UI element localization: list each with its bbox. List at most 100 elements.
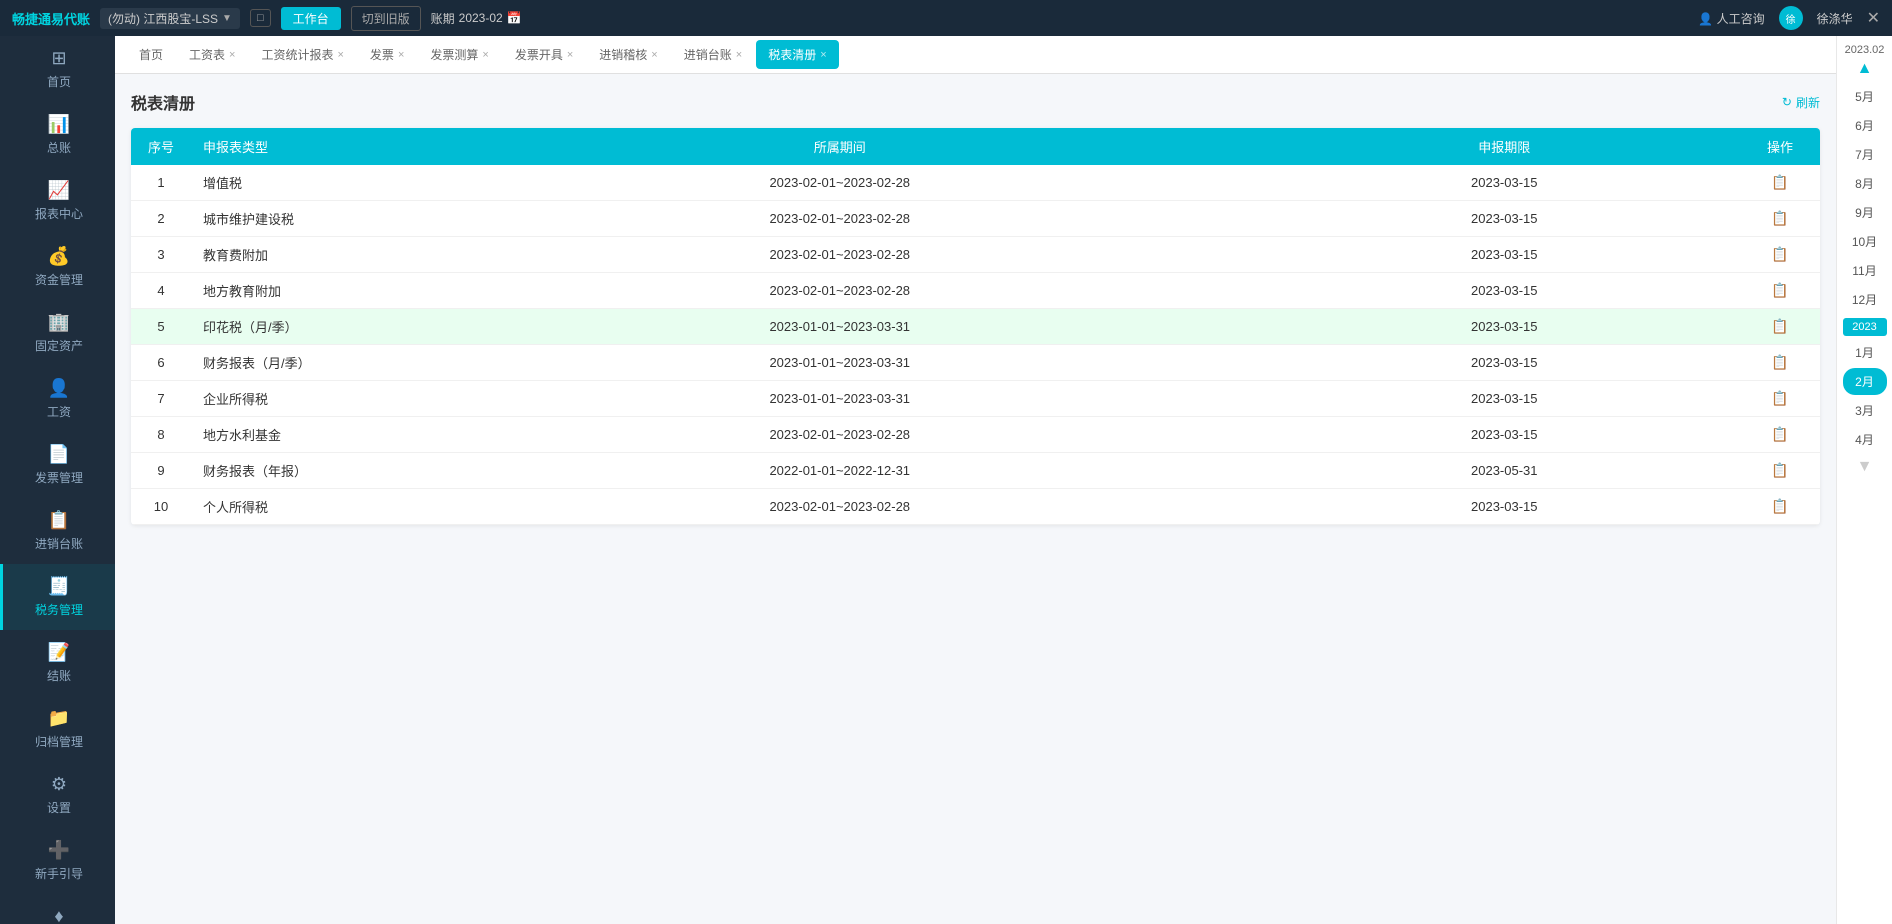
tab-home[interactable]: 首页	[127, 40, 175, 69]
sidebar-item-guide[interactable]: ➕ 新手引导	[0, 828, 115, 894]
month-item-4[interactable]: 4月	[1843, 426, 1887, 453]
month-item-8[interactable]: 8月	[1843, 170, 1887, 197]
user-avatar: 徐	[1779, 6, 1803, 30]
month-item-6[interactable]: 6月	[1843, 112, 1887, 139]
sidebar-item-funds[interactable]: 💰 资金管理	[0, 234, 115, 300]
sidebar-item-invoices[interactable]: 📄 发票管理	[0, 432, 115, 498]
wages-icon: 👤	[48, 378, 70, 399]
sidebar-item-assets[interactable]: 🏢 固定资产	[0, 300, 115, 366]
sidebar-item-settings[interactable]: ⚙ 设置	[0, 762, 115, 828]
month-item-7[interactable]: 7月	[1843, 141, 1887, 168]
sidebar-item-settlement[interactable]: 📝 结账	[0, 630, 115, 696]
action-icon[interactable]: 📋	[1771, 390, 1788, 406]
tab-salescheck[interactable]: 进销稽核 ×	[587, 40, 669, 69]
tab-label: 进销台账	[684, 46, 732, 63]
table-row: 10 个人所得税 2023-02-01~2023-02-28 2023-03-1…	[131, 489, 1820, 525]
month-item-11[interactable]: 11月	[1843, 257, 1887, 284]
cell-index: 6	[131, 345, 191, 381]
action-icon[interactable]: 📋	[1771, 462, 1788, 478]
home-icon: ⊞	[51, 48, 66, 69]
col-index: 序号	[131, 128, 191, 165]
action-icon[interactable]: 📋	[1771, 282, 1788, 298]
username: 徐涤华	[1817, 10, 1853, 27]
tab-label: 发票开具	[515, 46, 563, 63]
company-selector[interactable]: (勿动) 江西股宝-LSS ▼	[100, 8, 240, 29]
action-icon[interactable]: 📋	[1771, 246, 1788, 262]
tabs-bar: 首页 工资表 × 工资统计报表 × 发票 × 发票测算 × 发票开具 ×	[115, 36, 1836, 74]
month-item-1[interactable]: 1月	[1843, 339, 1887, 366]
tax-icon: 🧾	[48, 576, 70, 597]
cell-action: 📋	[1740, 165, 1820, 201]
tab-label: 工资统计报表	[261, 46, 333, 63]
month-item-12[interactable]: 12月	[1843, 286, 1887, 313]
action-icon[interactable]: 📋	[1771, 318, 1788, 334]
cell-deadline: 2023-03-15	[1269, 237, 1741, 273]
action-icon[interactable]: 📋	[1771, 174, 1788, 190]
tab-close-icon[interactable]: ×	[398, 49, 404, 61]
month-item-9[interactable]: 9月	[1843, 199, 1887, 226]
tab-close-icon[interactable]: ×	[820, 49, 826, 61]
cell-deadline: 2023-03-15	[1269, 345, 1741, 381]
app-logo: 畅捷通易代账	[12, 9, 90, 28]
action-icon[interactable]: 📋	[1771, 498, 1788, 514]
table-row: 2 城市维护建设税 2023-02-01~2023-02-28 2023-03-…	[131, 201, 1820, 237]
tab-close-icon[interactable]: ×	[337, 49, 343, 61]
sidebar-item-reports[interactable]: 📈 报表中心	[0, 168, 115, 234]
tab-wages[interactable]: 工资表 ×	[177, 40, 247, 69]
sidebar-item-label: 工资	[47, 403, 71, 420]
sidebar-item-ledger[interactable]: 📊 总账	[0, 102, 115, 168]
tab-label: 发票	[370, 46, 394, 63]
tab-label: 发票测算	[430, 46, 478, 63]
tab-taxlist[interactable]: 税表清册 ×	[756, 40, 838, 69]
action-icon[interactable]: 📋	[1771, 210, 1788, 226]
cell-index: 4	[131, 273, 191, 309]
tab-close-icon[interactable]: ×	[651, 49, 657, 61]
scroll-up-button[interactable]: ▲	[1857, 60, 1873, 78]
scroll-down-button[interactable]: ▼	[1857, 458, 1873, 476]
tab-invoiceopen[interactable]: 发票开具 ×	[503, 40, 585, 69]
sidebar-item-member[interactable]: ♦ 畅会员	[0, 894, 115, 924]
table-row: 6 财务报表（月/季） 2023-01-01~2023-03-31 2023-0…	[131, 345, 1820, 381]
cell-index: 8	[131, 417, 191, 453]
month-item-3[interactable]: 3月	[1843, 397, 1887, 424]
col-period: 所属期间	[411, 128, 1269, 165]
human-consult-link[interactable]: 👤 人工咨询	[1698, 10, 1764, 27]
table-row: 7 企业所得税 2023-01-01~2023-03-31 2023-03-15…	[131, 381, 1820, 417]
month-item-2-current[interactable]: 2月	[1843, 368, 1887, 395]
refresh-button[interactable]: ↻ 刷新	[1782, 94, 1820, 111]
sidebar-item-label: 结账	[47, 667, 71, 684]
tab-invoicecalc[interactable]: 发票测算 ×	[418, 40, 500, 69]
invoices-icon: 📄	[48, 444, 70, 465]
workspace-button[interactable]: 工作台	[281, 7, 341, 30]
sidebar-item-sales[interactable]: 📋 进销台账	[0, 498, 115, 564]
copy-button[interactable]: □	[250, 9, 271, 27]
sidebar-item-wages[interactable]: 👤 工资	[0, 366, 115, 432]
tab-label: 工资表	[189, 46, 225, 63]
sidebar-item-archive[interactable]: 📁 归档管理	[0, 696, 115, 762]
switch-old-version-button[interactable]: 切到旧版	[351, 6, 421, 31]
tab-salesledger[interactable]: 进销台账 ×	[672, 40, 754, 69]
action-icon[interactable]: 📋	[1771, 426, 1788, 442]
ledger-icon: 📊	[48, 114, 70, 135]
sidebar-item-tax[interactable]: 🧾 税务管理	[0, 564, 115, 630]
chevron-down-icon: ▼	[222, 13, 232, 24]
month-item-5[interactable]: 5月	[1843, 83, 1887, 110]
month-item-10[interactable]: 10月	[1843, 228, 1887, 255]
action-icon[interactable]: 📋	[1771, 354, 1788, 370]
cell-period: 2023-02-01~2023-02-28	[411, 237, 1269, 273]
cell-deadline: 2023-03-15	[1269, 489, 1741, 525]
close-button[interactable]: ✕	[1867, 8, 1880, 28]
tab-close-icon[interactable]: ×	[229, 49, 235, 61]
col-action: 操作	[1740, 128, 1820, 165]
sidebar-item-label: 新手引导	[35, 865, 83, 882]
tab-close-icon[interactable]: ×	[482, 49, 488, 61]
tab-close-icon[interactable]: ×	[567, 49, 573, 61]
period-value: 2023-02	[459, 11, 503, 25]
sidebar-item-home[interactable]: ⊞ 首页	[0, 36, 115, 102]
tab-invoice[interactable]: 发票 ×	[358, 40, 416, 69]
tab-wagereport[interactable]: 工资统计报表 ×	[249, 40, 355, 69]
page-title: 税表清册	[131, 90, 195, 114]
guide-icon: ➕	[48, 840, 70, 861]
cell-type: 企业所得税	[191, 381, 411, 417]
tab-close-icon[interactable]: ×	[736, 49, 742, 61]
